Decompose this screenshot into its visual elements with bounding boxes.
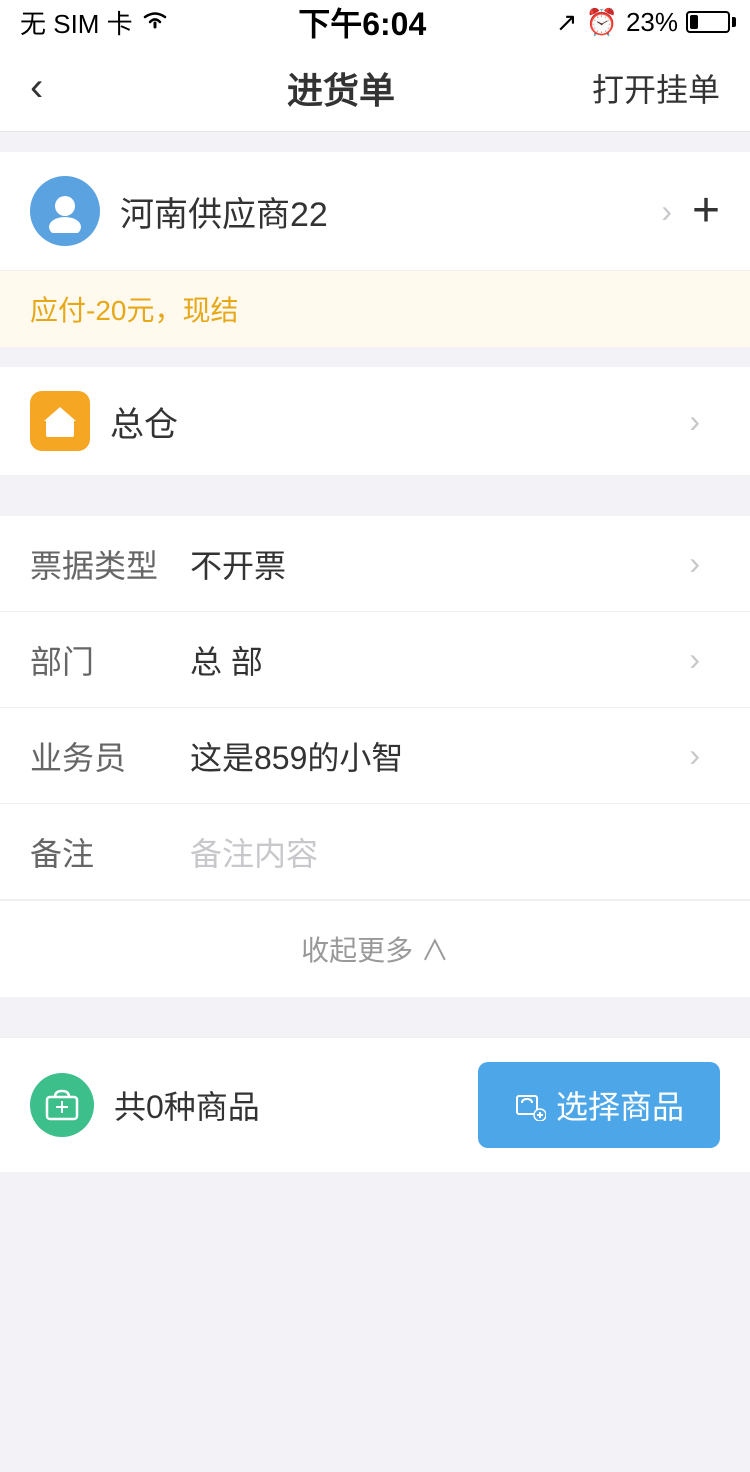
back-button[interactable]: ‹ — [30, 65, 90, 110]
notice-text: 应付-20元，现结 — [30, 295, 238, 326]
divider-4 — [0, 997, 750, 1017]
status-bar: 无 SIM 卡 下午6:04 ↗ ⏰ 23% — [0, 0, 750, 44]
invoice-chevron-icon: › — [689, 545, 700, 582]
supplier-chevron-icon: › — [661, 193, 672, 230]
divider-top — [0, 132, 750, 152]
bottom-bar: 共0种商品 选择商品 — [0, 1037, 750, 1172]
supplier-avatar — [30, 176, 100, 246]
dept-value: 总 部 — [190, 637, 689, 683]
location-icon: ↗ — [556, 7, 578, 38]
status-right: ↗ ⏰ 23% — [556, 7, 730, 38]
staff-label: 业务员 — [30, 733, 170, 779]
collapse-row[interactable]: 收起更多 ∧ — [0, 900, 750, 997]
divider-2 — [0, 347, 750, 367]
open-pending-button[interactable]: 打开挂单 — [592, 65, 720, 111]
alarm-icon: ⏰ — [586, 7, 618, 38]
product-icon — [30, 1073, 94, 1137]
supplier-card: 河南供应商22 › + 应付-20元，现结 — [0, 152, 750, 347]
dept-row[interactable]: 部门 总 部 › — [0, 612, 750, 708]
select-products-icon — [514, 1089, 546, 1121]
invoice-value: 不开票 — [190, 541, 689, 587]
wifi-icon — [141, 7, 169, 38]
staff-value: 这是859的小智 — [190, 733, 689, 779]
warehouse-chevron-icon: › — [689, 403, 700, 440]
warehouse-name: 总仓 — [110, 397, 689, 446]
carrier-text: 无 SIM 卡 — [20, 4, 133, 41]
invoice-label: 票据类型 — [30, 541, 170, 587]
gray-fill-area — [0, 1172, 750, 1472]
product-count: 共0种商品 — [114, 1082, 478, 1128]
remark-row[interactable]: 备注 备注内容 — [0, 804, 750, 900]
notice-bar: 应付-20元，现结 — [0, 271, 750, 347]
dept-label: 部门 — [30, 637, 170, 683]
add-button[interactable]: + — [692, 187, 720, 235]
supplier-name: 河南供应商22 — [120, 187, 661, 236]
collapse-label: 收起更多 ∧ — [301, 929, 449, 969]
supplier-row[interactable]: 河南供应商22 › + — [0, 152, 750, 271]
invoice-row[interactable]: 票据类型 不开票 › — [0, 516, 750, 612]
staff-row[interactable]: 业务员 这是859的小智 › — [0, 708, 750, 804]
remark-label: 备注 — [30, 829, 170, 875]
time-display: 下午6:04 — [298, 0, 426, 45]
warehouse-icon — [30, 391, 90, 451]
select-products-label: 选择商品 — [556, 1082, 684, 1128]
staff-chevron-icon: › — [689, 737, 700, 774]
warehouse-row[interactable]: 总仓 › — [0, 367, 750, 476]
select-products-button[interactable]: 选择商品 — [478, 1062, 720, 1148]
status-left: 无 SIM 卡 — [20, 4, 169, 41]
nav-bar: ‹ 进货单 打开挂单 — [0, 44, 750, 132]
dept-chevron-icon: › — [689, 641, 700, 678]
form-section: 票据类型 不开票 › 部门 总 部 › 业务员 这是859的小智 › 备注 备注… — [0, 516, 750, 997]
divider-3 — [0, 476, 750, 496]
page-title: 进货单 — [287, 62, 395, 114]
battery-icon — [686, 11, 730, 33]
battery-text: 23% — [626, 7, 678, 38]
remark-input[interactable]: 备注内容 — [190, 829, 720, 875]
